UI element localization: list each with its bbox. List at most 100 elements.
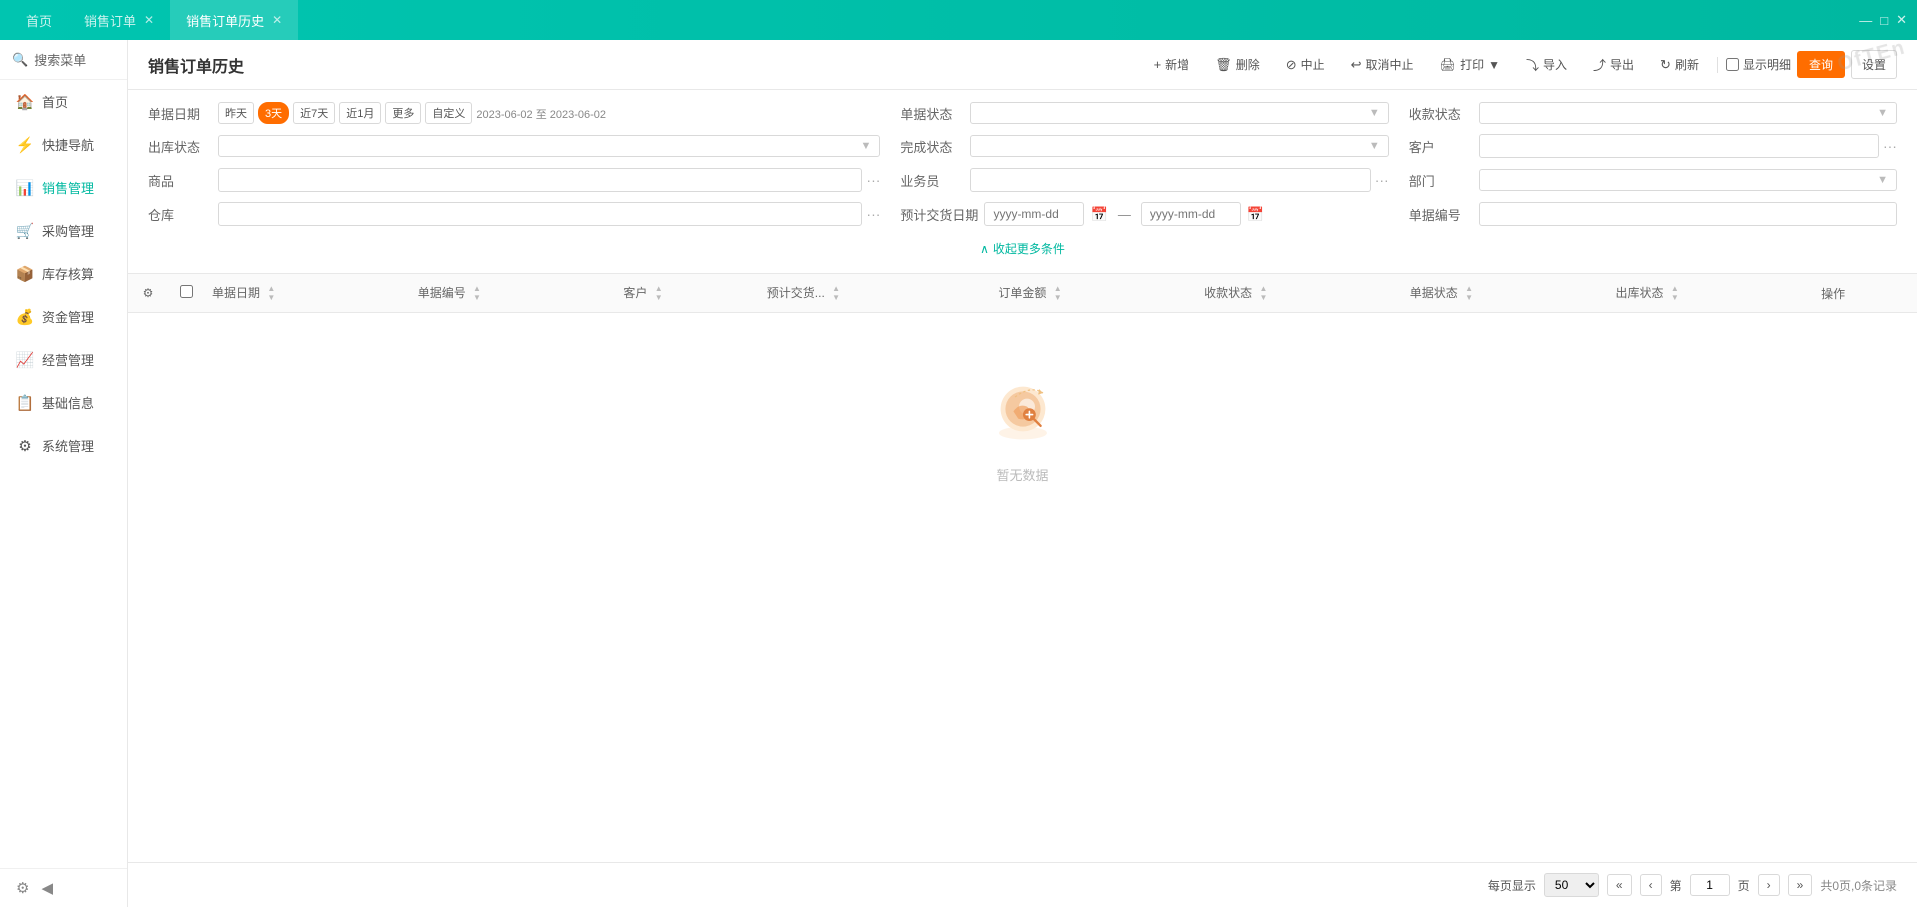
last-page-btn[interactable]: » — [1788, 874, 1813, 896]
settings-button[interactable]: 设置 — [1851, 50, 1897, 79]
sidebar-item-purchase[interactable]: 🛒 采购管理 — [0, 209, 127, 252]
filter-customer-field: 客户 ··· — [1409, 134, 1897, 158]
collapse-label: 收起更多条件 — [993, 240, 1065, 257]
order-no-input[interactable] — [1479, 202, 1897, 226]
salesperson-input[interactable] — [970, 168, 1370, 192]
sidebar-item-inventory[interactable]: 📦 库存核算 — [0, 252, 127, 295]
stop-label: 中止 — [1301, 56, 1325, 73]
department-select[interactable]: ▼ — [1479, 169, 1897, 191]
print-button[interactable]: 🖨 打印 ▼ — [1430, 51, 1510, 78]
filter-department-field: 部门 ▼ — [1409, 169, 1897, 191]
th-out-status[interactable]: 出库状态 ▲▼ — [1607, 274, 1813, 313]
th-order-status[interactable]: 单据状态 ▲▼ — [1402, 274, 1608, 313]
display-detail-checkbox[interactable] — [1726, 58, 1739, 71]
expected-date-start-input[interactable] — [984, 202, 1084, 226]
page-size-select[interactable]: 50 10 20 100 — [1544, 873, 1599, 897]
filter-product-field: 商品 ··· — [148, 168, 880, 192]
th-expected-date[interactable]: 预计交货... ▲▼ — [759, 274, 991, 313]
filter-order-no-field: 单据编号 — [1409, 202, 1897, 226]
stop-button[interactable]: ⊘ 中止 — [1276, 51, 1335, 78]
sidebar-collapse-icon[interactable]: ◀ — [41, 879, 53, 897]
sidebar-item-system[interactable]: ⚙ 系统管理 — [0, 424, 127, 467]
tab-home[interactable]: 首页 — [10, 0, 68, 40]
sidebar-search[interactable]: 🔍 搜索菜单 — [0, 40, 127, 80]
table-body: 暂无数据 — [128, 313, 1917, 545]
expected-date-end-input[interactable] — [1141, 202, 1241, 226]
date-quick-buttons: 昨天 3天 近7天 近1月 更多 自定义 — [218, 102, 472, 124]
refresh-button[interactable]: ↻ 刷新 — [1650, 51, 1709, 78]
sidebar-item-quick-nav[interactable]: ⚡ 快捷导航 — [0, 123, 127, 166]
sidebar-item-home[interactable]: 🏠 首页 — [0, 80, 127, 123]
out-status-select[interactable]: ▼ — [218, 135, 880, 157]
tab-sales-order-close[interactable]: ✕ — [144, 13, 154, 27]
current-page-input[interactable] — [1690, 874, 1730, 896]
sidebar: 🔍 搜索菜单 🏠 首页 ⚡ 快捷导航 📊 销售管理 🛒 采购管理 📦 库存 — [0, 40, 128, 907]
export-label: 导出 — [1610, 56, 1634, 73]
add-button[interactable]: + 新增 — [1144, 51, 1200, 78]
select-all-checkbox[interactable] — [180, 285, 193, 298]
export-button[interactable]: ⤴ 导出 — [1583, 50, 1644, 79]
th-no-label: 单据编号 — [418, 286, 466, 300]
date-more-btn[interactable]: 更多 — [385, 102, 421, 124]
product-input[interactable] — [218, 168, 862, 192]
date-custom-btn[interactable]: 自定义 — [425, 102, 472, 124]
warehouse-input[interactable] — [218, 202, 862, 226]
prev-page-btn[interactable]: ‹ — [1640, 874, 1662, 896]
sort-date-icon[interactable]: ▲▼ — [267, 285, 275, 302]
tab-sales-order[interactable]: 销售订单 ✕ — [68, 0, 170, 40]
customer-dots-icon[interactable]: ··· — [1883, 138, 1897, 154]
tab-sales-order-history[interactable]: 销售订单历史 ✕ — [170, 0, 298, 40]
cancel-stop-icon: ↩ — [1351, 57, 1362, 73]
delete-button[interactable]: 🗑 删除 — [1205, 51, 1270, 78]
date-7days-btn[interactable]: 近7天 — [293, 102, 335, 124]
import-button[interactable]: ⤵ 导入 — [1516, 50, 1577, 79]
next-page-btn[interactable]: › — [1758, 874, 1780, 896]
display-detail-checkbox-group[interactable]: 显示明细 — [1726, 56, 1791, 73]
close-btn[interactable]: ✕ — [1896, 12, 1907, 28]
calendar-end-icon[interactable]: 📅 — [1247, 206, 1264, 223]
sort-out-status-icon[interactable]: ▲▼ — [1671, 285, 1679, 302]
maximize-btn[interactable]: □ — [1880, 13, 1888, 28]
th-receipt-status[interactable]: 收款状态 ▲▼ — [1196, 274, 1402, 313]
th-no[interactable]: 单据编号 ▲▼ — [410, 274, 616, 313]
th-out-status-label: 出库状态 — [1615, 286, 1663, 300]
date-yesterday-btn[interactable]: 昨天 — [218, 102, 254, 124]
collapse-btn[interactable]: ∧ 收起更多条件 — [148, 236, 1897, 261]
cancel-stop-button[interactable]: ↩ 取消中止 — [1341, 51, 1424, 78]
sidebar-item-finance[interactable]: 💰 资金管理 — [0, 295, 127, 338]
th-checkbox[interactable] — [168, 274, 204, 313]
th-date[interactable]: 单据日期 ▲▼ — [204, 274, 410, 313]
table-settings-icon[interactable]: ⚙ — [143, 286, 154, 300]
date-3days-btn[interactable]: 3天 — [258, 102, 289, 124]
sidebar-item-basic[interactable]: 📋 基础信息 — [0, 381, 127, 424]
product-dots-icon[interactable]: ··· — [866, 172, 880, 188]
customer-input[interactable] — [1479, 134, 1879, 158]
sort-order-status-icon[interactable]: ▲▼ — [1465, 285, 1473, 302]
date-1month-btn[interactable]: 近1月 — [339, 102, 381, 124]
sidebar-settings-icon[interactable]: ⚙ — [16, 879, 29, 897]
sidebar-item-operation[interactable]: 📈 经营管理 — [0, 338, 127, 381]
warehouse-dots-icon[interactable]: ··· — [866, 206, 880, 222]
th-customer-label: 客户 — [623, 286, 647, 300]
complete-status-select[interactable]: ▼ — [970, 135, 1388, 157]
tab-sales-order-history-close[interactable]: ✕ — [272, 13, 282, 27]
first-page-btn[interactable]: « — [1607, 874, 1632, 896]
order-status-select[interactable]: ▼ — [970, 102, 1388, 124]
receipt-status-select[interactable]: ▼ — [1479, 102, 1897, 124]
sort-receipt-icon[interactable]: ▲▼ — [1259, 285, 1267, 302]
th-amount[interactable]: 订单金额 ▲▼ — [990, 274, 1196, 313]
th-action-label: 操作 — [1821, 287, 1845, 301]
query-button[interactable]: 查询 — [1797, 51, 1845, 78]
out-status-label: 出库状态 — [148, 137, 218, 156]
th-settings[interactable]: ⚙ — [128, 274, 168, 313]
sort-expected-date-icon[interactable]: ▲▼ — [832, 285, 840, 302]
sort-amount-icon[interactable]: ▲▼ — [1054, 285, 1062, 302]
sort-customer-icon[interactable]: ▲▼ — [655, 285, 663, 302]
calendar-start-icon[interactable]: 📅 — [1090, 206, 1107, 223]
minimize-btn[interactable]: — — [1859, 13, 1872, 28]
sort-no-icon[interactable]: ▲▼ — [473, 285, 481, 302]
salesperson-dots-icon[interactable]: ··· — [1375, 172, 1389, 188]
empty-text: 暂无数据 — [996, 465, 1048, 484]
th-customer[interactable]: 客户 ▲▼ — [615, 274, 758, 313]
sidebar-item-sales[interactable]: 📊 销售管理 — [0, 166, 127, 209]
